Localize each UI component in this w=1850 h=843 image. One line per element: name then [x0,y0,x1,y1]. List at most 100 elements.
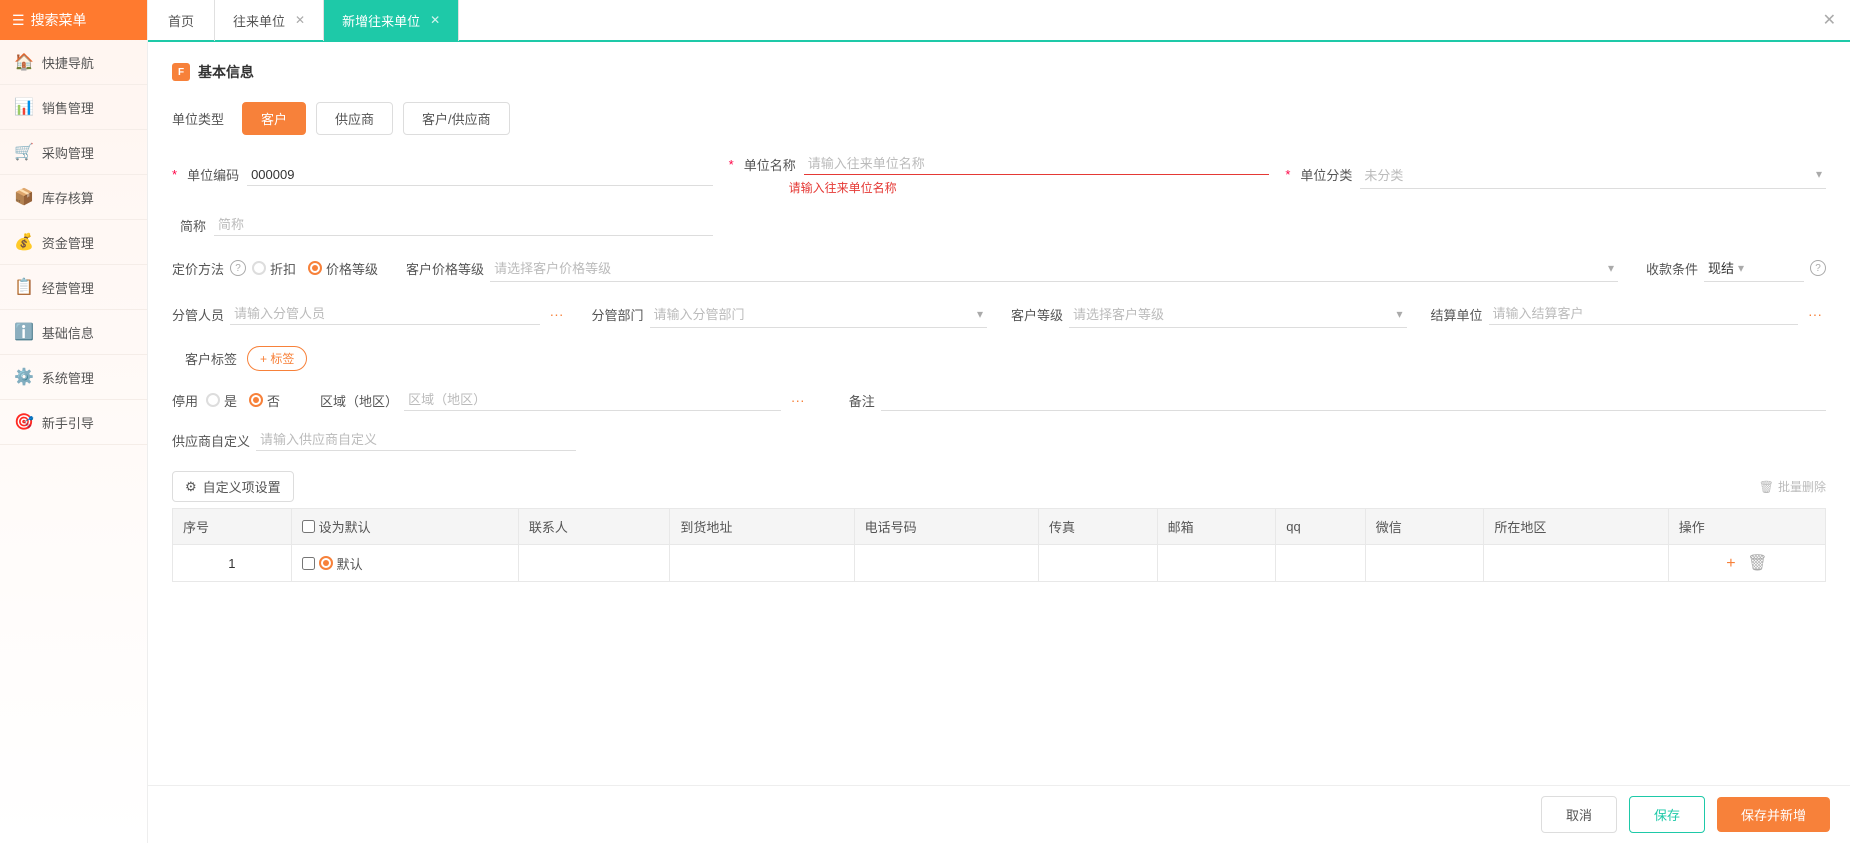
col-wechat: 微信 [1365,509,1484,545]
col-fax: 传真 [1038,509,1157,545]
pricing-question-icon[interactable]: ? [230,260,246,276]
customer-level-select[interactable]: 请选择客户等级 ▾ [1069,300,1406,328]
customer-price-select[interactable]: 请选择客户价格等级 ▾ [490,254,1618,282]
cell-wechat [1365,545,1484,582]
payment-select[interactable]: 现结 ▾ [1704,254,1804,282]
radio-no-circle [249,393,263,407]
batch-delete-button[interactable]: 🗑 批量删除 [1759,478,1826,495]
dept-select[interactable]: 请输入分管部门 ▾ [650,300,987,328]
radio-price-level[interactable]: 价格等级 [308,259,378,278]
unit-name-input[interactable] [808,156,1266,171]
manager-dots-btn[interactable]: ··· [546,306,568,322]
tag-label: 客户标签 [185,349,237,368]
field-disabled: 停用 是 否 [172,391,280,410]
cell-region [1484,545,1668,582]
note-input[interactable] [885,392,1822,407]
section-icon: F [172,63,190,81]
add-row-btn[interactable]: + [1726,555,1735,572]
field-pricing-method: 定价方法 ? 折扣 价格等级 [172,259,378,278]
sidebar-item-finance[interactable]: 💰 资金管理 [0,220,147,265]
settlement-input[interactable] [1493,306,1794,321]
radio-yes[interactable]: 是 [206,391,237,410]
operations-icon: 📋 [14,277,34,297]
cell-address [670,545,854,582]
payment-question-icon[interactable]: ? [1810,260,1826,276]
save-button[interactable]: 保存 [1629,796,1705,833]
add-tag-button[interactable]: + 标签 [247,346,307,371]
tab1-close[interactable]: ✕ [295,13,305,27]
row-pricing: 定价方法 ? 折扣 价格等级 客户价格等级 请选择客户价格等级 [172,254,1826,282]
tab2-close[interactable]: ✕ [430,13,440,27]
unit-code-input[interactable] [251,167,709,182]
customer-level-label: 客户等级 [1011,305,1063,324]
form-footer: 取消 保存 保存并新增 [148,785,1850,843]
contact-table: 序号 设为默认 联系人 到货地址 电话号码 传真 邮箱 qq [172,508,1826,582]
sidebar-item-nav[interactable]: 🏠 快捷导航 [0,40,147,85]
unit-name-error: 请输入往来单位名称 [729,179,1270,196]
sidebar-item-operations[interactable]: 📋 经营管理 [0,265,147,310]
row-unit-info: * 单位编码 * 单位名称 请输入往来单位名称 * 单位分类 [172,153,1826,196]
radio-no[interactable]: 否 [249,391,280,410]
col-address: 到货地址 [670,509,854,545]
col-no: 序号 [173,509,292,545]
btn-supplier[interactable]: 供应商 [316,102,393,135]
pricing-radio-group: 折扣 价格等级 [252,259,378,278]
sidebar-item-basic[interactable]: ℹ️ 基础信息 [0,310,147,355]
field-manager: 分管人员 ··· [172,303,568,325]
dept-arrow-icon: ▾ [977,307,983,321]
cell-no: 1 [173,545,292,582]
col-checkbox[interactable] [302,520,315,533]
tab-home[interactable]: 首页 [148,0,215,41]
field-payment-terms: 收款条件 现结 ▾ ? [1646,254,1826,282]
cell-action: + 🗑 [1668,545,1825,582]
tab-contacts[interactable]: 往来单位 ✕ [215,0,324,41]
cell-contact [518,545,669,582]
table-row: 1 默认 [173,545,1826,582]
custom-settings-button[interactable]: ⚙ 自定义项设置 [172,471,294,502]
region-dots-btn[interactable]: ··· [787,392,809,408]
unit-category-select[interactable]: 未分类 ▾ [1360,161,1826,189]
field-settlement: 结算单位 ··· [1431,303,1827,325]
delete-row-btn[interactable]: 🗑 [1747,555,1767,572]
radio-discount-circle [252,261,266,275]
sidebar-item-inventory[interactable]: 📦 库存核算 [0,175,147,220]
unit-category-label: 单位分类 [1300,165,1352,184]
sidebar-item-system[interactable]: ⚙️ 系统管理 [0,355,147,400]
region-label: 区域（地区） [320,391,398,410]
row-checkbox[interactable] [302,557,315,570]
radio-discount[interactable]: 折扣 [252,259,296,278]
default-radio[interactable]: 默认 [319,554,363,573]
table-actions: ⚙ 自定义项设置 🗑 批量删除 [172,471,1826,502]
field-customer-price: 客户价格等级 请选择客户价格等级 ▾ [406,254,1618,282]
payment-arrow-icon: ▾ [1738,261,1744,275]
col-email: 邮箱 [1157,509,1276,545]
manager-label: 分管人员 [172,305,224,324]
row-supplier-custom: 供应商自定义 [172,429,1826,451]
save-new-button[interactable]: 保存并新增 [1717,797,1830,832]
tab-bar: 首页 往来单位 ✕ 新增往来单位 ✕ ✕ [148,0,1850,42]
col-region: 所在地区 [1484,509,1668,545]
region-input[interactable] [408,392,777,407]
btn-customer[interactable]: 客户 [242,102,306,135]
note-label: 备注 [849,391,875,410]
sidebar-item-sales[interactable]: 📊 销售管理 [0,85,147,130]
cancel-button[interactable]: 取消 [1541,796,1617,833]
btn-both[interactable]: 客户/供应商 [403,102,510,135]
short-name-input[interactable] [218,217,709,232]
col-phone: 电话号码 [854,509,1038,545]
sidebar-item-guide[interactable]: 🎯 新手引导 [0,400,147,445]
supplier-custom-input[interactable] [260,432,572,447]
sidebar-item-purchase[interactable]: 🛒 采购管理 [0,130,147,175]
settlement-dots-btn[interactable]: ··· [1804,306,1826,322]
short-name-label: 简称 [180,216,206,235]
tab-new-contact[interactable]: 新增往来单位 ✕ [324,0,459,41]
cell-qq [1276,545,1366,582]
unit-code-label: 单位编码 [187,165,239,184]
close-all-button[interactable]: ✕ [1809,0,1850,41]
sales-icon: 📊 [14,97,34,117]
field-unit-name: * 单位名称 请输入往来单位名称 [729,153,1270,196]
system-icon: ⚙️ [14,367,34,387]
manager-input[interactable] [234,306,535,321]
row-disabled-region: 停用 是 否 区域（地区） ··· [172,389,1826,411]
search-menu[interactable]: ☰ 搜索菜单 [0,0,147,40]
